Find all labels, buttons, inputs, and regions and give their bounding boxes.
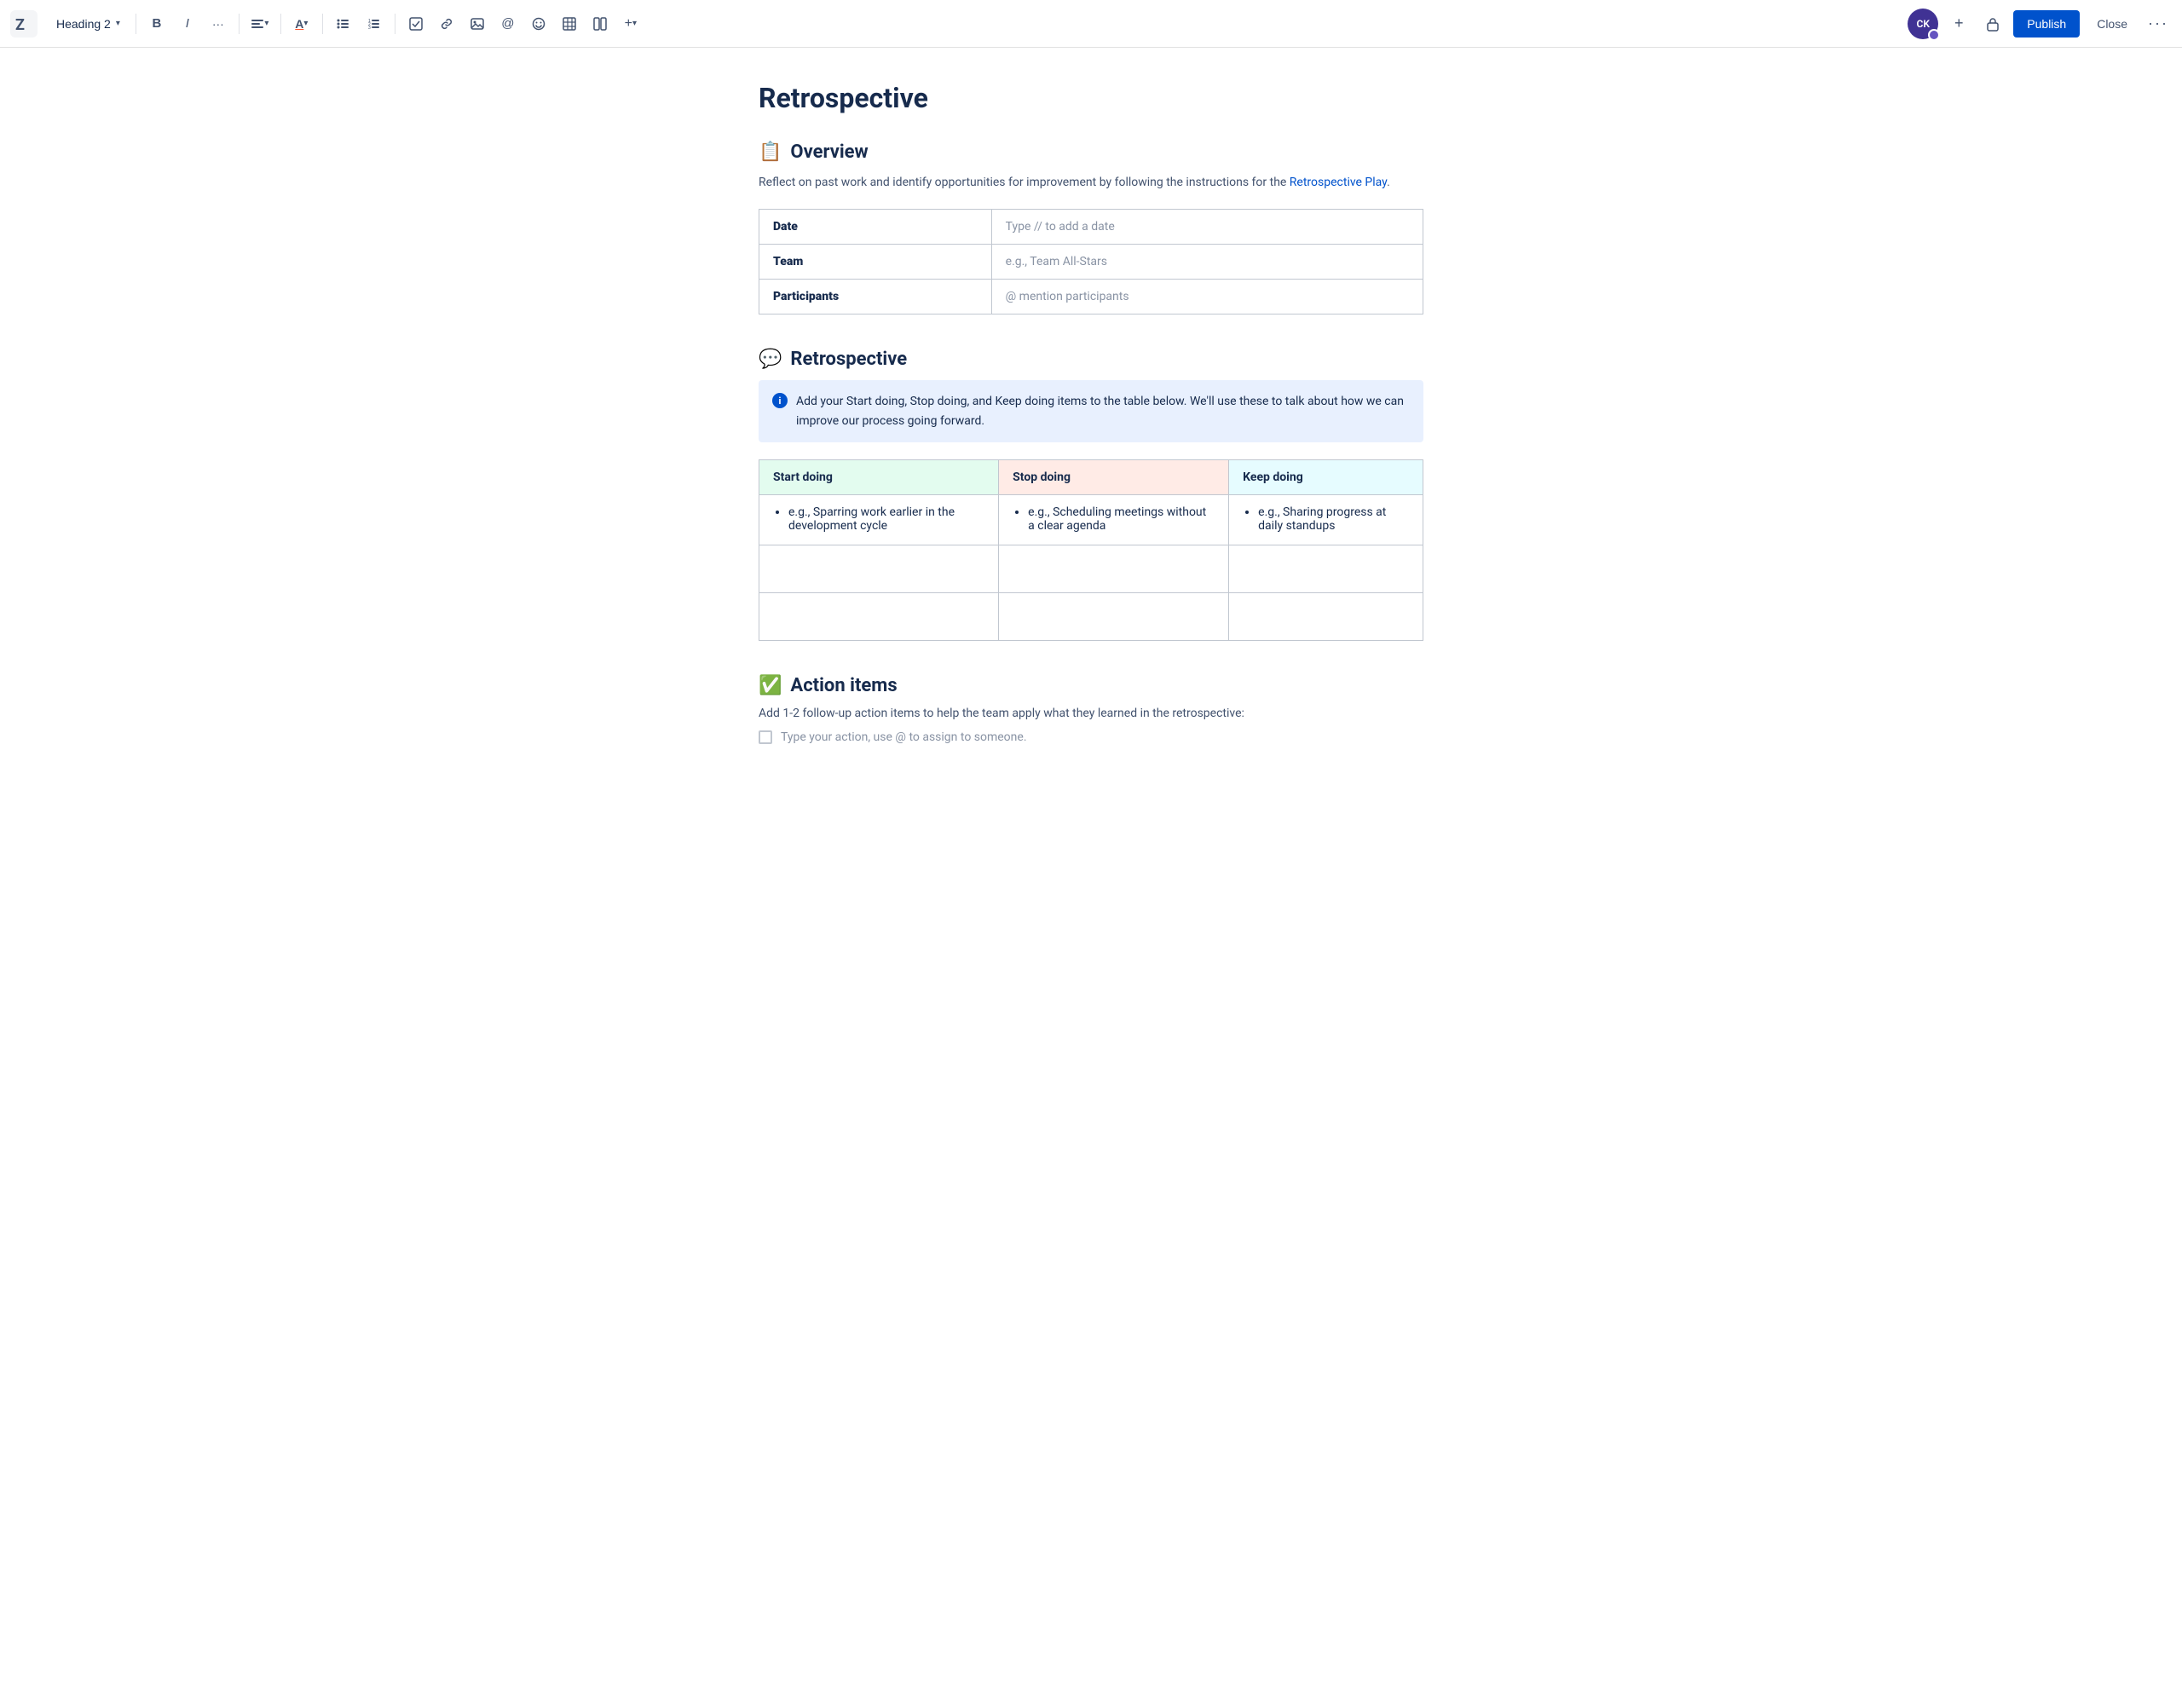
color-chevron-icon: ▾ xyxy=(303,19,308,28)
start-doing-header: Start doing xyxy=(759,460,999,495)
lock-button[interactable] xyxy=(1979,10,2006,38)
column-layout-button[interactable] xyxy=(586,10,614,38)
stop-doing-cell-1[interactable]: e.g., Scheduling meetings without a clea… xyxy=(999,495,1229,545)
svg-text:3: 3 xyxy=(368,26,371,31)
action-items-heading: ✅ Action items xyxy=(759,675,1423,696)
retro-row-2 xyxy=(759,545,1423,593)
stop-doing-cell-3[interactable] xyxy=(999,593,1229,641)
bold-button[interactable]: B xyxy=(143,10,170,38)
align-chevron-icon: ▾ xyxy=(264,19,268,28)
retrospective-icon: 💬 xyxy=(759,349,782,370)
action-item-row: Type your action, use @ to assign to som… xyxy=(759,730,1423,744)
svg-text:Z: Z xyxy=(15,16,25,34)
info-box: i Add your Start doing, Stop doing, and … xyxy=(759,380,1423,442)
date-label: Date xyxy=(759,210,992,245)
keep-doing-cell-2[interactable] xyxy=(1229,545,1423,593)
table-row: Participants @ mention participants xyxy=(759,280,1423,314)
start-doing-cell-2[interactable] xyxy=(759,545,999,593)
plus-icon: + xyxy=(625,16,632,32)
toolbar-divider-3 xyxy=(280,14,281,34)
link-button[interactable] xyxy=(433,10,460,38)
avatar[interactable]: CK xyxy=(1908,9,1938,39)
start-doing-cell-3[interactable] xyxy=(759,593,999,641)
close-button[interactable]: Close xyxy=(2087,10,2138,38)
list-item: e.g., Sharing progress at daily standups xyxy=(1258,505,1409,533)
overview-heading: 📋 Overview xyxy=(759,141,1423,163)
heading-style-dropdown[interactable]: Heading 2 ▾ xyxy=(48,14,129,34)
date-value[interactable]: Type // to add a date xyxy=(991,210,1423,245)
team-label: Team xyxy=(759,245,992,280)
retro-row-1: e.g., Sparring work earlier in the devel… xyxy=(759,495,1423,545)
publish-button[interactable]: Publish xyxy=(2013,10,2080,38)
overview-heading-text: Overview xyxy=(790,141,868,163)
align-button[interactable]: ▾ xyxy=(246,10,274,38)
add-collaborator-button[interactable]: + xyxy=(1945,10,1972,38)
image-button[interactable] xyxy=(464,10,491,38)
emoji-button[interactable] xyxy=(525,10,552,38)
info-icon: i xyxy=(772,393,788,408)
participants-label: Participants xyxy=(759,280,992,314)
content-area: Retrospective 📋 Overview Reflect on past… xyxy=(707,48,1475,812)
list-item: e.g., Sparring work earlier in the devel… xyxy=(788,505,984,533)
heading-style-label: Heading 2 xyxy=(56,17,111,31)
text-color-button[interactable]: A ▾ xyxy=(288,10,315,38)
toolbar: Z Heading 2 ▾ B I ··· ▾ A ▾ xyxy=(0,0,2182,48)
list-item: e.g., Scheduling meetings without a clea… xyxy=(1028,505,1215,533)
insert-button[interactable]: + ▾ xyxy=(617,10,644,38)
overview-icon: 📋 xyxy=(759,141,782,163)
numbered-list-button[interactable]: 1 2 3 xyxy=(361,10,388,38)
info-box-text: Add your Start doing, Stop doing, and Ke… xyxy=(796,392,1410,430)
table-row: Team e.g., Team All-Stars xyxy=(759,245,1423,280)
retro-table: Start doing Stop doing Keep doing e.g., … xyxy=(759,459,1423,641)
retrospective-heading: 💬 Retrospective xyxy=(759,349,1423,370)
toolbar-divider-4 xyxy=(322,14,323,34)
action-placeholder[interactable]: Type your action, use @ to assign to som… xyxy=(781,730,1027,744)
mention-button[interactable]: @ xyxy=(494,10,522,38)
page-title: Retrospective xyxy=(759,82,1423,114)
more-options-button[interactable]: ··· xyxy=(2144,10,2172,38)
retro-row-3 xyxy=(759,593,1423,641)
text-color-label: A xyxy=(295,17,303,31)
team-value[interactable]: e.g., Team All-Stars xyxy=(991,245,1423,280)
action-items-description: Add 1-2 follow-up action items to help t… xyxy=(759,707,1423,720)
action-items-heading-text: Action items xyxy=(790,675,897,696)
keep-doing-cell-1[interactable]: e.g., Sharing progress at daily standups xyxy=(1229,495,1423,545)
bullet-list-button[interactable] xyxy=(330,10,357,38)
retrospective-section: 💬 Retrospective i Add your Start doing, … xyxy=(759,349,1423,641)
italic-button[interactable]: I xyxy=(174,10,201,38)
avatar-badge xyxy=(1928,29,1940,41)
overview-desc-text2: . xyxy=(1387,176,1390,189)
retro-table-header-row: Start doing Stop doing Keep doing xyxy=(759,460,1423,495)
chevron-down-icon: ▾ xyxy=(116,19,120,28)
keep-doing-header: Keep doing xyxy=(1229,460,1423,495)
keep-doing-cell-3[interactable] xyxy=(1229,593,1423,641)
more-formatting-button[interactable]: ··· xyxy=(205,10,232,38)
participants-value[interactable]: @ mention participants xyxy=(991,280,1423,314)
avatar-initials: CK xyxy=(1917,18,1930,30)
overview-section: 📋 Overview Reflect on past work and iden… xyxy=(759,141,1423,314)
insert-chevron-icon: ▾ xyxy=(632,19,637,28)
action-checkbox[interactable] xyxy=(759,730,772,744)
stop-doing-header: Stop doing xyxy=(999,460,1229,495)
action-items-section: ✅ Action items Add 1-2 follow-up action … xyxy=(759,675,1423,744)
avatar-group: CK xyxy=(1908,9,1938,39)
info-table: Date Type // to add a date Team e.g., Te… xyxy=(759,209,1423,314)
retrospective-heading-text: Retrospective xyxy=(790,349,907,370)
app-logo: Z xyxy=(10,10,38,38)
retrospective-play-link[interactable]: Retrospective Play xyxy=(1290,176,1387,189)
task-list-button[interactable] xyxy=(402,10,430,38)
table-row: Date Type // to add a date xyxy=(759,210,1423,245)
overview-desc-text1: Reflect on past work and identify opport… xyxy=(759,176,1290,189)
overview-description: Reflect on past work and identify opport… xyxy=(759,173,1423,192)
stop-doing-cell-2[interactable] xyxy=(999,545,1229,593)
toolbar-divider-2 xyxy=(239,14,240,34)
action-items-icon: ✅ xyxy=(759,675,782,696)
toolbar-right: CK + Publish Close ··· xyxy=(1908,9,2172,39)
start-doing-cell-1[interactable]: e.g., Sparring work earlier in the devel… xyxy=(759,495,999,545)
table-button[interactable] xyxy=(556,10,583,38)
